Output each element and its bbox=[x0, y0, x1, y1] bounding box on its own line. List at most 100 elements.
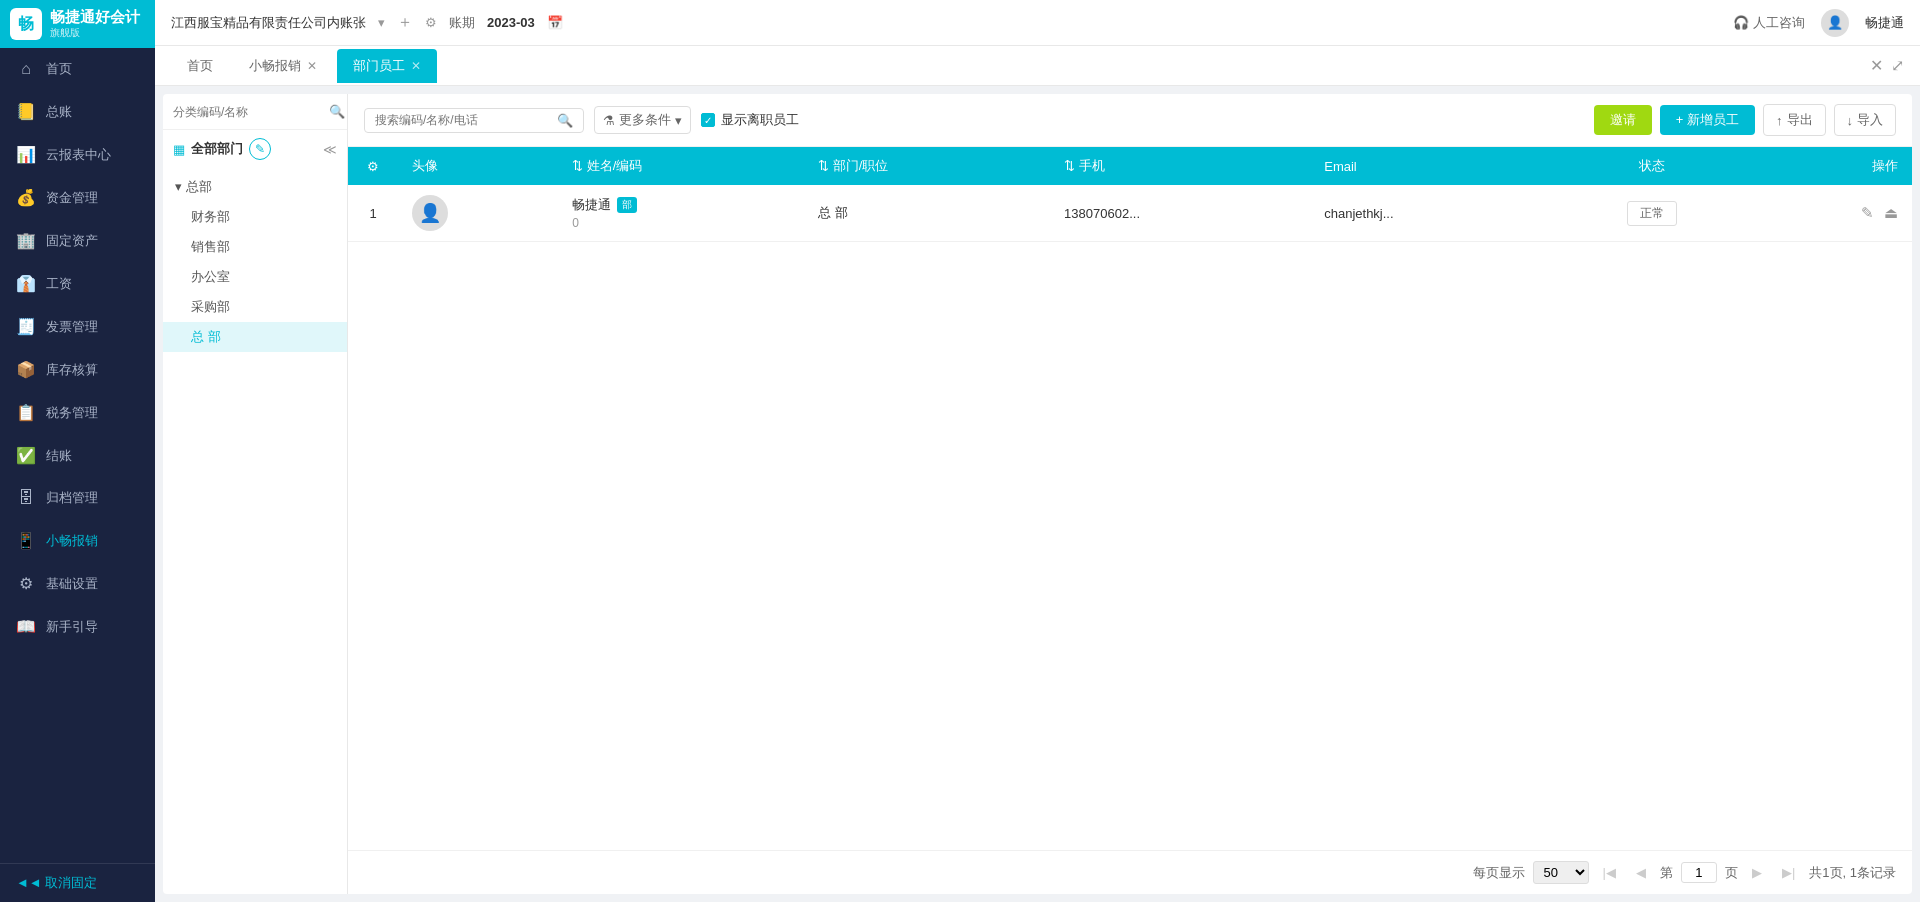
per-page-select[interactable]: 50 100 200 bbox=[1533, 861, 1589, 884]
filter-label: 更多条件 bbox=[619, 111, 671, 129]
export-icon: ↑ bbox=[1776, 113, 1783, 128]
sidebar: 畅 畅捷通好会计 旗舰版 ⌂ 首页 📒 总账 📊 云报表中心 💰 资金管理 🏢 … bbox=[0, 0, 155, 902]
avatar-icon: 👤 bbox=[1827, 15, 1843, 30]
dept-node-zongbu-sub[interactable]: 总 部 bbox=[163, 322, 347, 352]
dept-node-caigou[interactable]: 采购部 bbox=[163, 292, 347, 322]
topbar-settings-icon[interactable]: ⚙ bbox=[425, 15, 437, 30]
last-page-button[interactable]: ▶| bbox=[1776, 863, 1801, 882]
pagination: 每页显示 50 100 200 |◀ ◀ 第 页 ▶ ▶| 共1页, 1条记录 bbox=[348, 850, 1912, 894]
dept-node-caiwu[interactable]: 财务部 bbox=[163, 202, 347, 232]
sidebar-item-salary[interactable]: 👔 工资 bbox=[0, 262, 155, 305]
dept-tree: ▾ 总部 财务部 销售部 办公室 采购部 总 部 bbox=[163, 168, 347, 356]
tab-expand-icon[interactable]: ⤢ bbox=[1891, 56, 1904, 75]
sidebar-item-label: 小畅报销 bbox=[46, 532, 98, 550]
dept-all-icon: ▦ bbox=[173, 142, 185, 157]
settings-icon: ⚙ bbox=[16, 574, 36, 593]
service-button[interactable]: 🎧 人工咨询 bbox=[1733, 14, 1805, 32]
tab-department[interactable]: 部门员工 ✕ bbox=[337, 49, 437, 83]
department-panel: 🔍 ▦ 全部部门 ✎ ≪ ▾ 总部 财务部 销售部 办公室 采购部 总 部 bbox=[163, 94, 348, 894]
employee-search-box: 🔍 bbox=[364, 108, 584, 133]
col-dept[interactable]: ⇅ 部门/职位 bbox=[804, 147, 1050, 185]
status-badge: 正常 bbox=[1627, 201, 1677, 226]
invite-button[interactable]: 邀请 bbox=[1594, 105, 1652, 135]
first-page-button[interactable]: |◀ bbox=[1597, 863, 1622, 882]
logout-employee-icon[interactable]: ⏏ bbox=[1884, 204, 1898, 222]
sidebar-item-label: 总账 bbox=[46, 103, 72, 121]
calendar-icon[interactable]: 📅 bbox=[547, 15, 563, 30]
sidebar-item-settings[interactable]: ⚙ 基础设置 bbox=[0, 562, 155, 605]
employee-phone: 138070602... bbox=[1064, 206, 1140, 221]
sidebar-item-reports[interactable]: 📊 云报表中心 bbox=[0, 133, 155, 176]
cell-email: chanjethkj... bbox=[1310, 185, 1554, 242]
app-name: 畅捷通好会计 bbox=[50, 8, 140, 26]
sidebar-item-label: 基础设置 bbox=[46, 575, 98, 593]
dept-search-input[interactable] bbox=[173, 105, 323, 119]
sidebar-item-assets[interactable]: 🏢 固定资产 bbox=[0, 219, 155, 262]
company-dropdown-icon[interactable]: ▾ bbox=[378, 15, 385, 30]
cell-phone: 138070602... bbox=[1050, 185, 1310, 242]
dept-node-bangong[interactable]: 办公室 bbox=[163, 262, 347, 292]
service-label: 人工咨询 bbox=[1753, 14, 1805, 32]
export-button[interactable]: ↑ 导出 bbox=[1763, 104, 1826, 136]
dept-header: ▦ 全部部门 ✎ ≪ bbox=[163, 130, 347, 168]
more-filter-button[interactable]: ⚗ 更多条件 ▾ bbox=[594, 106, 691, 134]
page-input[interactable] bbox=[1681, 862, 1717, 883]
table-row: 1 👤 畅捷通 部 bbox=[348, 185, 1912, 242]
tab-expense-close[interactable]: ✕ bbox=[307, 59, 317, 73]
tab-close-all-icon[interactable]: ✕ bbox=[1870, 56, 1883, 75]
add-employee-button[interactable]: + 新增员工 bbox=[1660, 105, 1755, 135]
sidebar-item-tax[interactable]: 📋 税务管理 bbox=[0, 391, 155, 434]
employee-search-input[interactable] bbox=[375, 113, 551, 127]
dept-search-icon[interactable]: 🔍 bbox=[329, 104, 345, 119]
user-avatar: 👤 bbox=[1821, 9, 1849, 37]
sidebar-item-expense[interactable]: 📱 小畅报销 bbox=[0, 519, 155, 562]
cell-name: 畅捷通 部 0 bbox=[558, 185, 804, 242]
tab-home[interactable]: 首页 bbox=[171, 49, 229, 83]
sidebar-logo: 畅 畅捷通好会计 旗舰版 bbox=[0, 0, 155, 48]
sidebar-item-archive[interactable]: 🗄 归档管理 bbox=[0, 477, 155, 519]
assets-icon: 🏢 bbox=[16, 231, 36, 250]
page-di-label: 第 bbox=[1660, 864, 1673, 882]
import-button[interactable]: ↓ 导入 bbox=[1834, 104, 1897, 136]
show-resigned-label: 显示离职员工 bbox=[721, 111, 799, 129]
edit-employee-icon[interactable]: ✎ bbox=[1861, 204, 1874, 222]
sidebar-scroll: ⌂ 首页 📒 总账 📊 云报表中心 💰 资金管理 🏢 固定资产 👔 工资 🧾 发… bbox=[0, 48, 155, 863]
dept-node-zongbu[interactable]: ▾ 总部 bbox=[163, 172, 347, 202]
dept-collapse-icon[interactable]: ≪ bbox=[323, 142, 337, 157]
expense-icon: 📱 bbox=[16, 531, 36, 550]
dept-node-xiaoshou[interactable]: 销售部 bbox=[163, 232, 347, 262]
next-page-button[interactable]: ▶ bbox=[1746, 863, 1768, 882]
show-resigned-checkbox[interactable]: ✓ 显示离职员工 bbox=[701, 111, 799, 129]
logo-icon: 畅 bbox=[10, 8, 42, 40]
tab-expense[interactable]: 小畅报销 ✕ bbox=[233, 49, 333, 83]
sidebar-item-label: 发票管理 bbox=[46, 318, 98, 336]
main-area: 江西服宝精品有限责任公司内账张 ▾ ＋ ⚙ 账期 2023-03 📅 🎧 人工咨… bbox=[155, 0, 1920, 902]
col-name[interactable]: ⇅ 姓名/编码 bbox=[558, 147, 804, 185]
col-status: 状态 bbox=[1554, 147, 1749, 185]
tab-department-close[interactable]: ✕ bbox=[411, 59, 421, 73]
unpin-button[interactable]: ◄◄ 取消固定 bbox=[0, 863, 155, 902]
employee-table-wrap: ⚙ 头像 ⇅ 姓名/编码 ⇅ 部门/职位 bbox=[348, 147, 1912, 850]
sidebar-item-invoice[interactable]: 🧾 发票管理 bbox=[0, 305, 155, 348]
dept-all-label: 全部部门 bbox=[191, 140, 243, 158]
sidebar-item-inventory[interactable]: 📦 库存核算 bbox=[0, 348, 155, 391]
sidebar-item-ledger[interactable]: 📒 总账 bbox=[0, 90, 155, 133]
page-label: 页 bbox=[1725, 864, 1738, 882]
sidebar-item-guide[interactable]: 📖 新手引导 bbox=[0, 605, 155, 648]
employee-search-icon[interactable]: 🔍 bbox=[557, 113, 573, 128]
dept-search-bar: 🔍 bbox=[163, 94, 347, 130]
dept-edit-button[interactable]: ✎ bbox=[249, 138, 271, 160]
sidebar-item-checkout[interactable]: ✅ 结账 bbox=[0, 434, 155, 477]
period-value: 2023-03 bbox=[487, 15, 535, 30]
prev-page-button[interactable]: ◀ bbox=[1630, 863, 1652, 882]
sidebar-item-home[interactable]: ⌂ 首页 bbox=[0, 48, 155, 90]
add-company-button[interactable]: ＋ bbox=[397, 12, 413, 33]
sidebar-item-label: 云报表中心 bbox=[46, 146, 111, 164]
sidebar-item-label: 结账 bbox=[46, 447, 72, 465]
app-edition: 旗舰版 bbox=[50, 26, 140, 40]
col-phone[interactable]: ⇅ 手机 bbox=[1050, 147, 1310, 185]
cell-index: 1 bbox=[348, 185, 398, 242]
sidebar-item-funds[interactable]: 💰 资金管理 bbox=[0, 176, 155, 219]
col-email: Email bbox=[1310, 147, 1554, 185]
funds-icon: 💰 bbox=[16, 188, 36, 207]
